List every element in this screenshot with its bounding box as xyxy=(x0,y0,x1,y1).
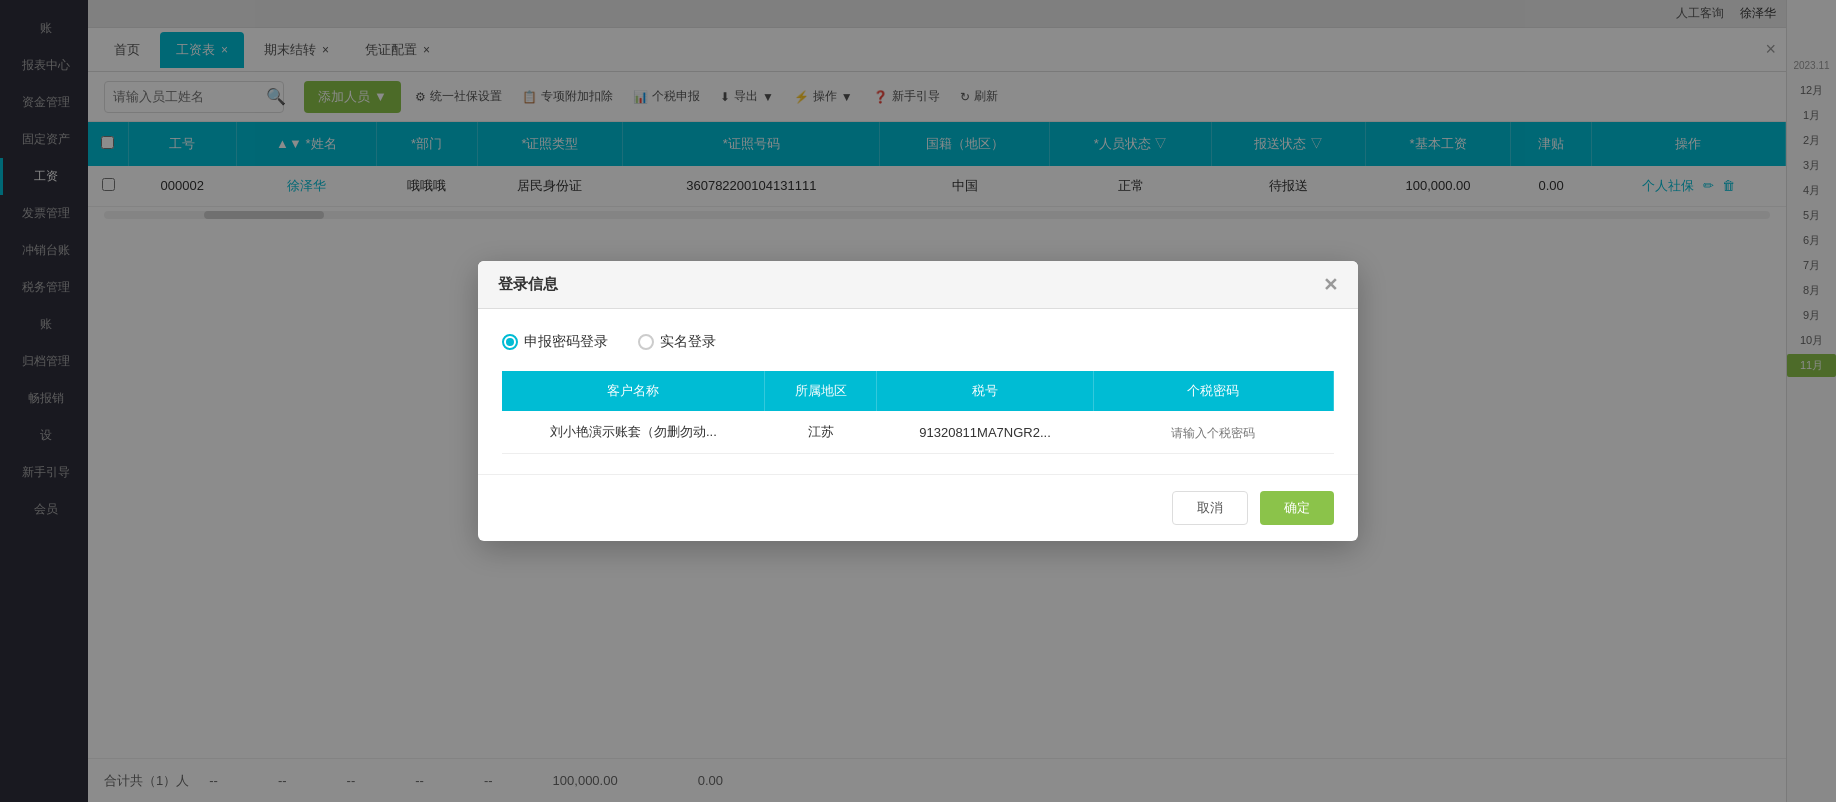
dialog-footer: 取消 确定 xyxy=(478,474,1358,541)
dialog-cell-tax-no: 91320811MA7NGR2... xyxy=(877,411,1093,453)
dialog-cell-password[interactable] xyxy=(1093,411,1333,453)
cancel-button[interactable]: 取消 xyxy=(1172,491,1248,525)
dialog-body: 申报密码登录 实名登录 客户名称 所属地区 税号 个税密码 xyxy=(478,309,1358,474)
dialog-close-button[interactable]: ✕ xyxy=(1323,274,1338,296)
radio-password-login[interactable]: 申报密码登录 xyxy=(502,333,608,351)
dialog-table-row: 刘小艳演示账套（勿删勿动... 江苏 91320811MA7NGR2... xyxy=(502,411,1334,453)
login-dialog: 登录信息 ✕ 申报密码登录 实名登录 客户名称 所属地区 xyxy=(478,261,1358,541)
dialog-header: 登录信息 ✕ xyxy=(478,261,1358,309)
radio-realname-circle xyxy=(638,334,654,350)
radio-password-circle xyxy=(502,334,518,350)
login-type-radio-group: 申报密码登录 实名登录 xyxy=(502,333,1334,351)
dialog-col-region: 所属地区 xyxy=(765,371,877,411)
dialog-cell-region: 江苏 xyxy=(765,411,877,453)
confirm-button[interactable]: 确定 xyxy=(1260,491,1334,525)
dialog-title: 登录信息 xyxy=(498,275,558,294)
tax-password-input[interactable] xyxy=(1109,426,1317,440)
client-table: 客户名称 所属地区 税号 个税密码 刘小艳演示账套（勿删勿动... 江苏 913… xyxy=(502,371,1334,454)
dialog-col-client-name: 客户名称 xyxy=(502,371,765,411)
dialog-col-tax-no: 税号 xyxy=(877,371,1093,411)
dialog-col-password: 个税密码 xyxy=(1093,371,1333,411)
dialog-cell-client-name: 刘小艳演示账套（勿删勿动... xyxy=(502,411,765,453)
dialog-overlay: 登录信息 ✕ 申报密码登录 实名登录 客户名称 所属地区 xyxy=(0,0,1836,802)
radio-realname-login[interactable]: 实名登录 xyxy=(638,333,716,351)
